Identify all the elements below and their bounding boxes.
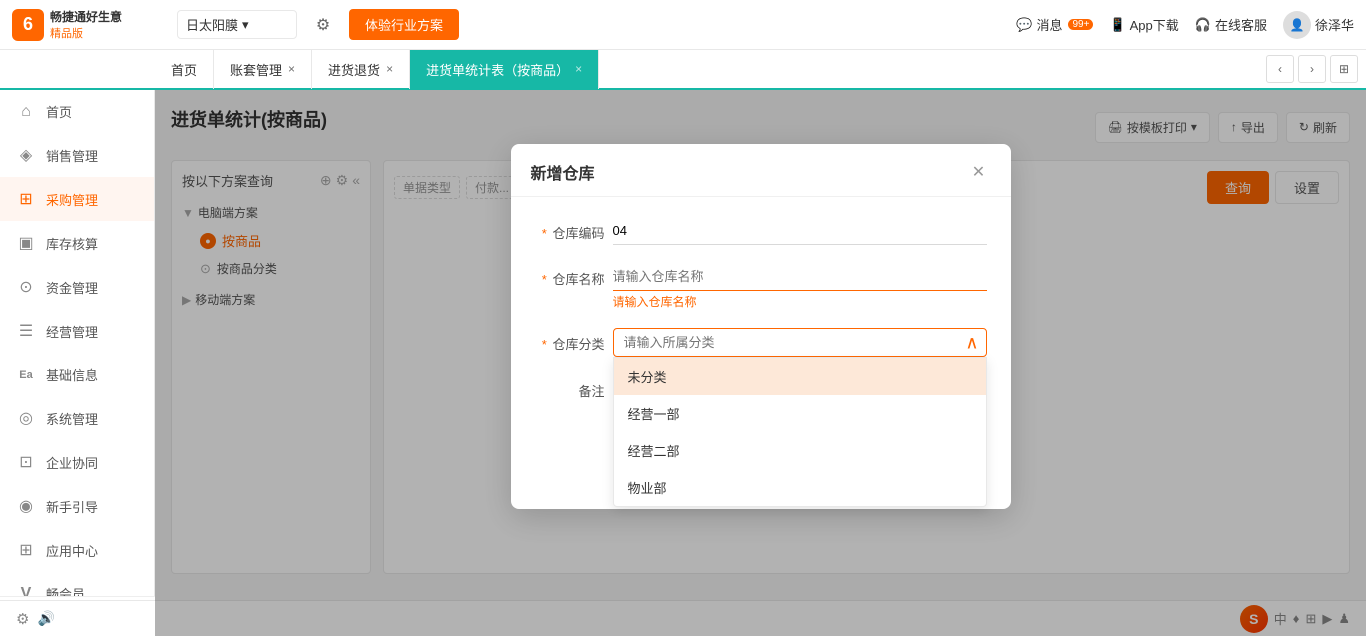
tab-home[interactable]: 首页 [155,49,214,89]
category-dropdown: 未分类 经营一部 经营二部 物业部 [613,357,987,507]
trial-button[interactable]: 体验行业方案 [349,9,459,40]
inventory-icon: ▣ [16,233,36,253]
apps-icon: ⊞ [16,540,36,560]
guide-icon: ◉ [16,496,36,516]
sidebar-item-guide[interactable]: ◉ 新手引导 [0,484,154,528]
sidebar-item-basic[interactable]: Ea 基础信息 [0,353,154,396]
sidebar-item-enterprise[interactable]: ⊡ 企业协同 [0,440,154,484]
tab-scroll-left[interactable]: ‹ [1266,55,1294,83]
name-input-wrap: 请输入仓库名称 [613,263,987,310]
tab-accounts[interactable]: 账套管理 × [214,49,312,89]
sidebar-item-purchase[interactable]: ⊞ 采购管理 [0,177,154,221]
category-label: * 仓库分类 [535,328,605,353]
content-area: 进货单统计(按商品) 🖨 按模板打印 ▾ ↑ 导出 ↻ 刷新 [155,90,1366,636]
sidebar-item-home[interactable]: ⌂ 首页 [0,90,154,133]
settings-icon[interactable]: ⚙ [307,9,339,41]
bottom-volume-icon[interactable]: 🔊 [37,610,54,627]
notes-label: 备注 [535,375,605,400]
logo-text: 畅捷通好生意 精品版 [50,8,122,41]
message-icon: 💬 [1016,17,1032,33]
tab-purchase-return[interactable]: 进货退货 × [312,49,410,89]
purchase-icon: ⊞ [16,189,36,209]
sidebar-item-apps[interactable]: ⊞ 应用中心 [0,528,154,572]
code-input[interactable] [613,217,987,245]
logo-area: 6 畅捷通好生意 精品版 [12,8,167,41]
tab-controls: ‹ › ⊞ [1266,55,1366,83]
sidebar-item-finance[interactable]: ⊙ 资金管理 [0,265,154,309]
category-option-dept2[interactable]: 经营二部 [614,432,986,469]
tab-close-stats[interactable]: × [575,62,582,76]
modal-title: 新增仓库 [531,160,595,184]
finance-icon: ⊙ [16,277,36,297]
tab-scroll-right[interactable]: › [1298,55,1326,83]
basic-icon: Ea [16,369,36,381]
category-option-unclassified[interactable]: 未分类 [614,358,986,395]
notification-badge: 99+ [1068,19,1093,30]
store-name: 日太阳膜 [186,15,238,34]
top-header: 6 畅捷通好生意 精品版 日太阳膜 ▾ ⚙ 体验行业方案 💬 消息 99+ 📱 … [0,0,1366,50]
modal-close-button[interactable]: ✕ [967,160,991,184]
sidebar: ⌂ 首页 ◈ 销售管理 ⊞ 采购管理 ▣ 库存核算 ⊙ 资金管理 ☰ 经营管理 … [0,90,155,636]
headset-icon: 🎧 [1195,17,1211,33]
category-input[interactable] [613,328,987,357]
sidebar-item-inventory[interactable]: ▣ 库存核算 [0,221,154,265]
code-input-wrap [613,217,987,245]
chevron-down-icon: ▾ [242,17,249,33]
operation-icon: ☰ [16,321,36,341]
category-arrow-icon[interactable]: ∧ [965,332,978,353]
form-row-name: * 仓库名称 请输入仓库名称 [535,263,987,310]
tab-bar: 首页 账套管理 × 进货退货 × 进货单统计表（按商品） × ‹ › ⊞ [0,50,1366,90]
header-right: 💬 消息 99+ 📱 App下载 🎧 在线客服 👤 徐泽华 [1016,11,1354,39]
name-error-message: 请输入仓库名称 [613,293,987,310]
main-layout: ⌂ 首页 ◈ 销售管理 ⊞ 采购管理 ▣ 库存核算 ⊙ 资金管理 ☰ 经营管理 … [0,90,1366,636]
modal-header: 新增仓库 ✕ [511,144,1011,197]
form-row-category: * 仓库分类 ∧ 未分类 经营一部 经营二部 物业部 [535,328,987,357]
user-menu[interactable]: 👤 徐泽华 [1283,11,1354,39]
form-row-code: * 仓库编码 [535,217,987,245]
home-icon: ⌂ [16,103,36,121]
sales-icon: ◈ [16,145,36,165]
tab-close-accounts[interactable]: × [288,62,295,76]
new-warehouse-modal: 新增仓库 ✕ * 仓库编码 * [511,144,1011,509]
tab-menu[interactable]: ⊞ [1330,55,1358,83]
customer-service-action[interactable]: 🎧 在线客服 [1195,15,1267,34]
sidebar-item-operation[interactable]: ☰ 经营管理 [0,309,154,353]
sidebar-item-system[interactable]: ◎ 系统管理 [0,396,154,440]
system-icon: ◎ [16,408,36,428]
bottom-settings-icon[interactable]: ⚙ [16,610,29,628]
phone-icon: 📱 [1109,17,1125,33]
tab-purchase-stats[interactable]: 进货单统计表（按商品） × [410,49,599,89]
code-label: * 仓库编码 [535,217,605,242]
category-select-wrap: ∧ 未分类 经营一部 经营二部 物业部 [613,328,987,357]
logo-icon: 6 [12,9,44,41]
enterprise-icon: ⊡ [16,452,36,472]
notification-action[interactable]: 💬 消息 99+ [1016,15,1093,34]
avatar: 👤 [1283,11,1311,39]
app-download-action[interactable]: 📱 App下载 [1109,15,1178,34]
category-option-dept1[interactable]: 经营一部 [614,395,986,432]
name-input[interactable] [613,263,987,291]
name-label: * 仓库名称 [535,263,605,288]
tab-close-return[interactable]: × [386,62,393,76]
modal-body: * 仓库编码 * 仓库名称 请输入仓库名称 [511,197,1011,441]
category-option-property[interactable]: 物业部 [614,469,986,506]
store-selector[interactable]: 日太阳膜 ▾ [177,10,297,39]
sidebar-item-sales[interactable]: ◈ 销售管理 [0,133,154,177]
